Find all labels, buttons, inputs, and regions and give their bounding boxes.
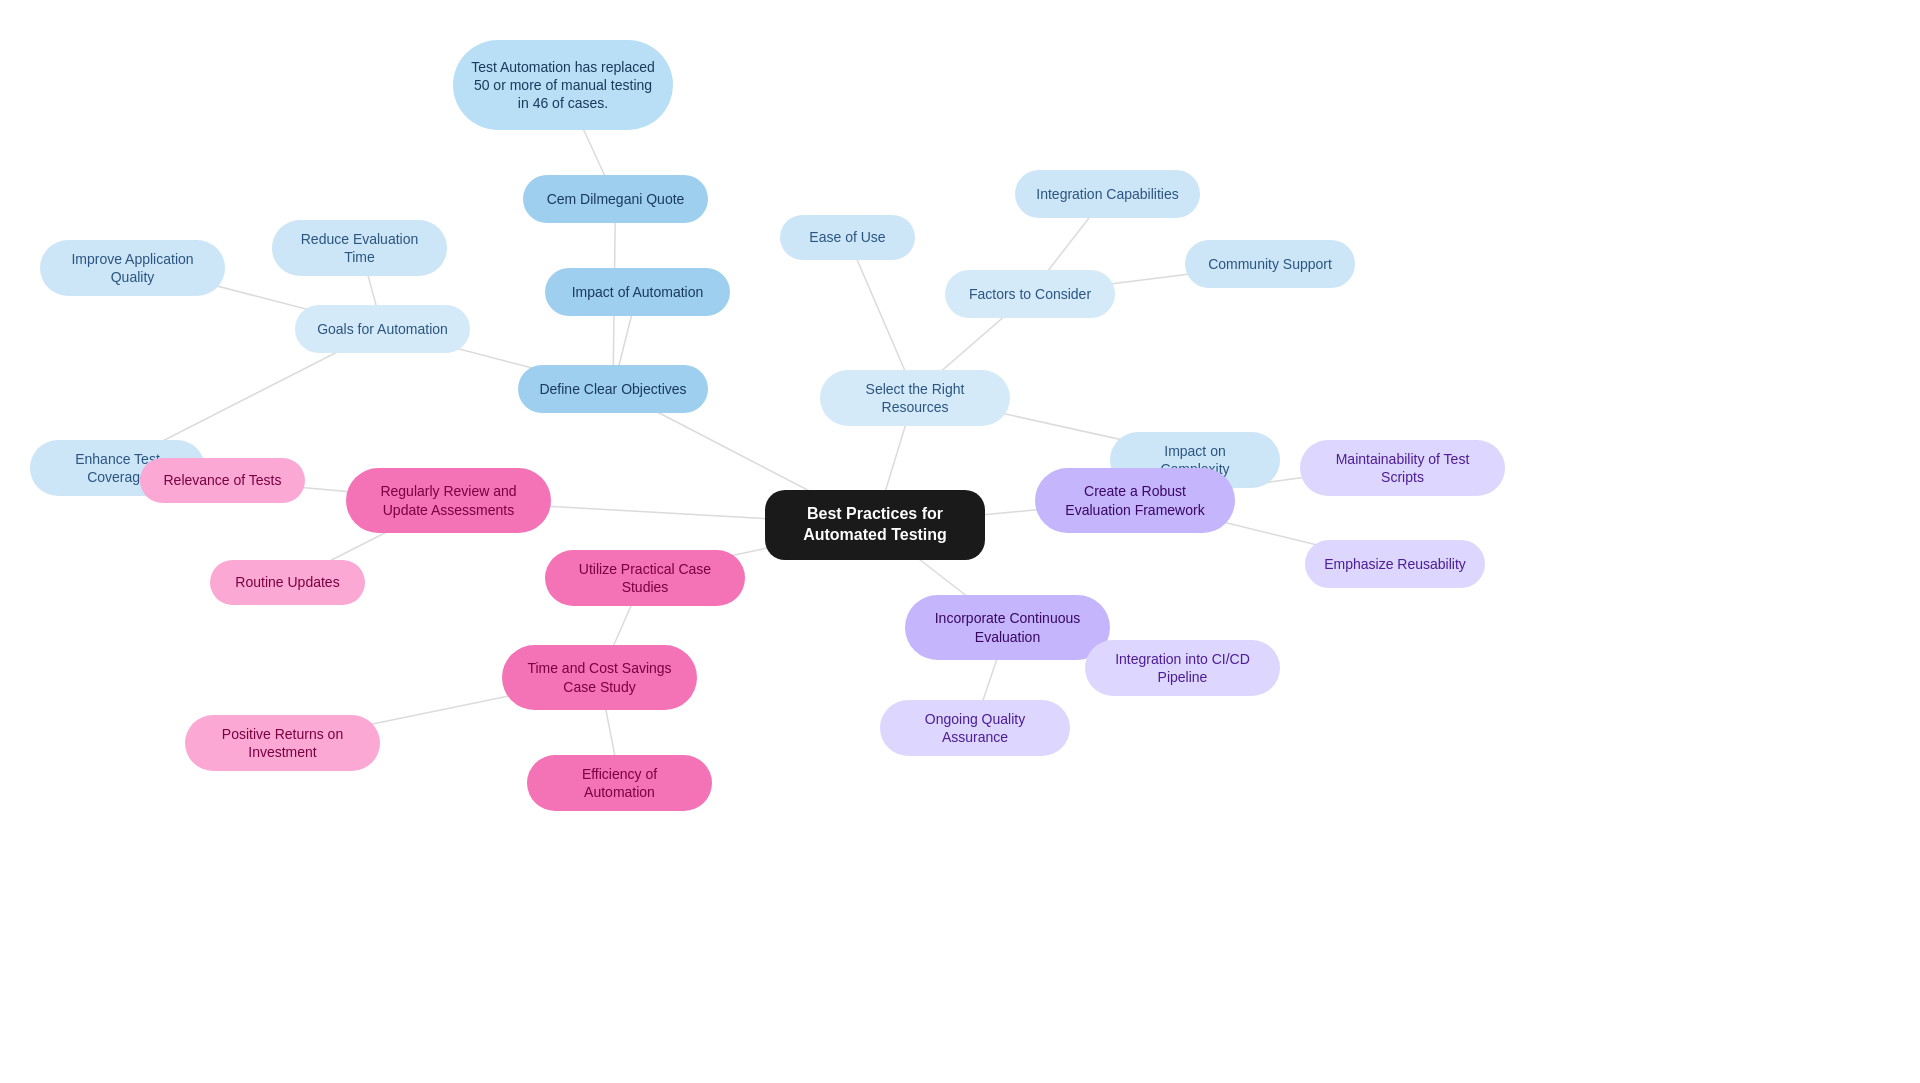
node-incorporate_eval[interactable]: Incorporate Continuous Evaluation [905,595,1110,660]
node-select_resources[interactable]: Select the Right Resources [820,370,1010,426]
node-utilize_case_studies[interactable]: Utilize Practical Case Studies [545,550,745,606]
node-time_cost_savings[interactable]: Time and Cost Savings Case Study [502,645,697,710]
node-integration_cap[interactable]: Integration Capabilities [1015,170,1200,218]
node-emphasize_reusability[interactable]: Emphasize Reusability [1305,540,1485,588]
node-relevance_tests[interactable]: Relevance of Tests [140,458,305,503]
node-automation_quote[interactable]: Test Automation has replaced 50 or more … [453,40,673,130]
node-cem_quote[interactable]: Cem Dilmegani Quote [523,175,708,223]
node-community_support[interactable]: Community Support [1185,240,1355,288]
node-center[interactable]: Best Practices for Automated Testing [765,490,985,560]
node-goals_automation[interactable]: Goals for Automation [295,305,470,353]
node-efficiency_automation[interactable]: Efficiency of Automation [527,755,712,811]
node-positive_returns[interactable]: Positive Returns on Investment [185,715,380,771]
node-define_objectives[interactable]: Define Clear Objectives [518,365,708,413]
node-reduce_eval[interactable]: Reduce Evaluation Time [272,220,447,276]
node-factors_consider[interactable]: Factors to Consider [945,270,1115,318]
node-improve_quality[interactable]: Improve Application Quality [40,240,225,296]
node-ease_of_use[interactable]: Ease of Use [780,215,915,260]
node-maintain_scripts[interactable]: Maintainability of Test Scripts [1300,440,1505,496]
node-ci_cd[interactable]: Integration into CI/CD Pipeline [1085,640,1280,696]
node-routine_updates[interactable]: Routine Updates [210,560,365,605]
node-create_framework[interactable]: Create a Robust Evaluation Framework [1035,468,1235,533]
node-review_update[interactable]: Regularly Review and Update Assessments [346,468,551,533]
node-ongoing_qa[interactable]: Ongoing Quality Assurance [880,700,1070,756]
mindmap-container: Best Practices for Automated Testing Test… [0,0,1920,1083]
node-impact_automation[interactable]: Impact of Automation [545,268,730,316]
